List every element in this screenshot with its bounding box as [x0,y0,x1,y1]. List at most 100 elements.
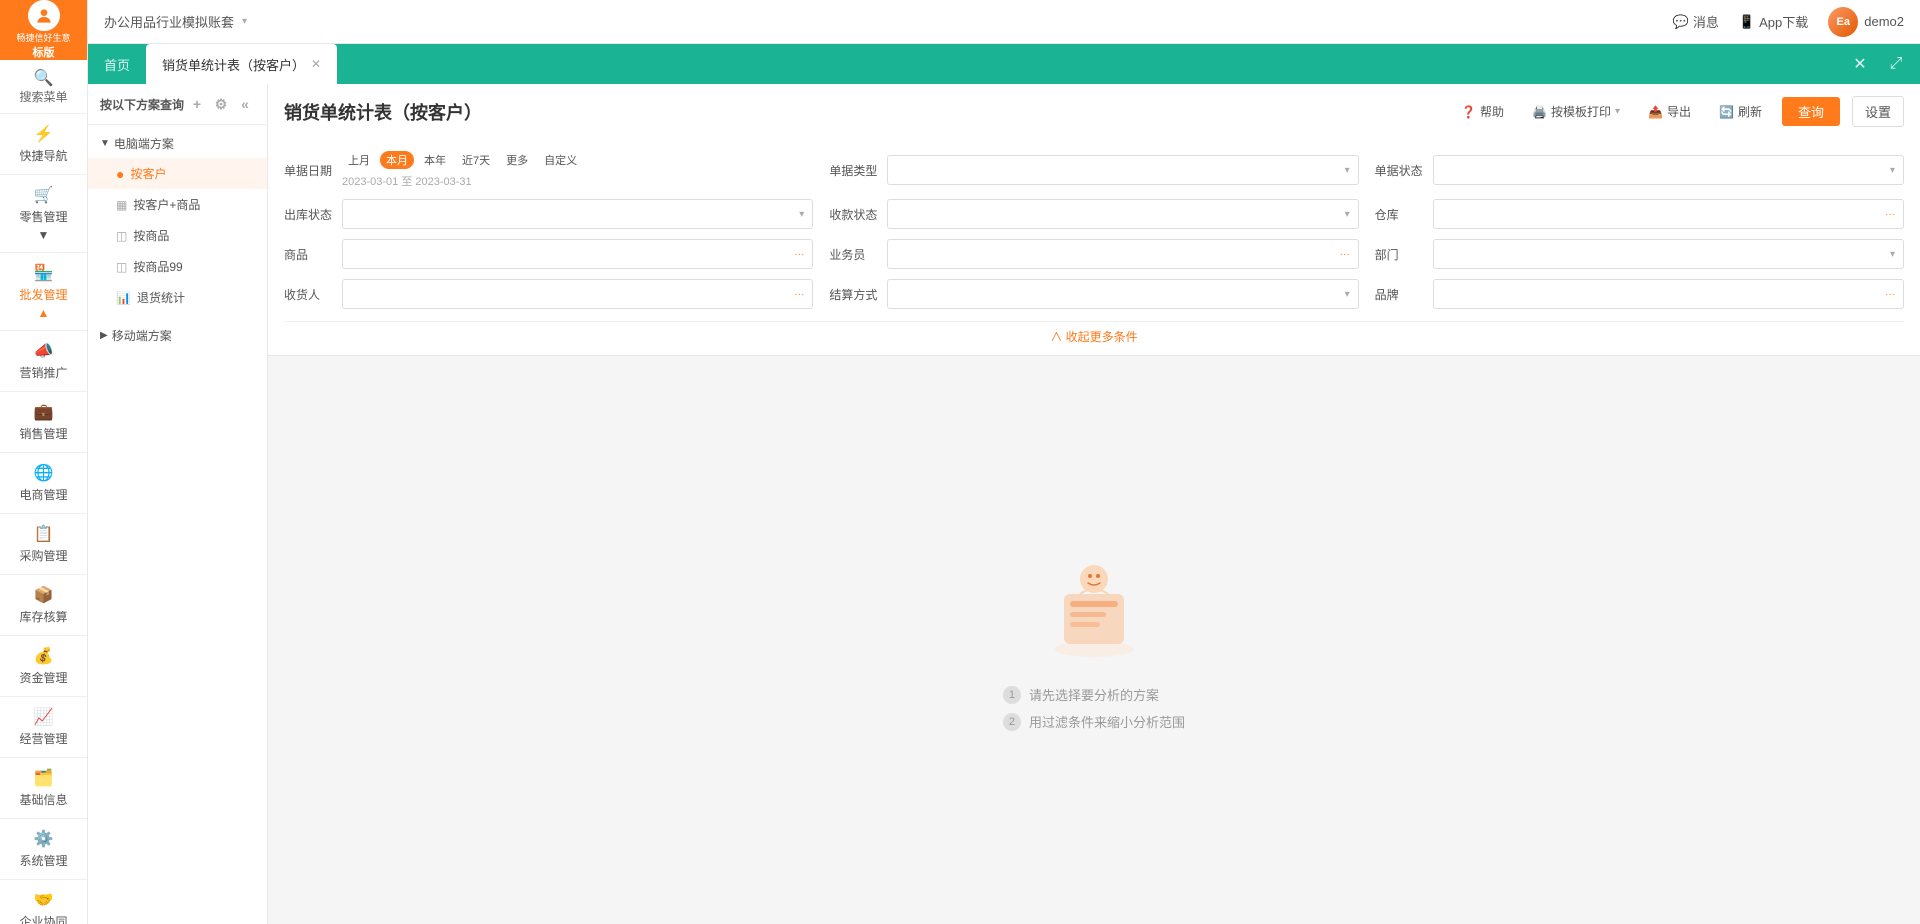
date-tab-this-month[interactable]: 本月 [380,151,414,169]
scheme-add-button[interactable]: + [187,94,207,114]
ecommerce-icon: 🌐 [34,463,54,483]
pay-status-select[interactable]: ▾ [887,199,1358,229]
out-status-select[interactable]: ▾ [342,199,813,229]
scheme-collapse-button[interactable]: « [235,94,255,114]
salesman-dots[interactable]: ··· [1340,249,1350,260]
tab-sales-report-label: 销货单统计表（按客户） [162,55,305,74]
sidebar-item-sales[interactable]: 💼 销售管理 [0,392,88,453]
warehouse-select[interactable]: ··· [1433,199,1904,229]
receiver-dots[interactable]: ··· [794,289,804,300]
bill-status-arrow: ▾ [1890,165,1895,176]
date-tab-this-year[interactable]: 本年 [418,151,452,169]
scheme-item-return-stats[interactable]: 📊 退货统计 [88,282,267,313]
logo-tagline: 畅捷信好生意 [16,33,70,44]
tab-home[interactable]: 首页 [88,44,146,84]
collapse-label: 收起更多条件 [1066,330,1138,344]
scheme-item-by-customer-product[interactable]: ▦ 按客户+商品 [88,189,267,220]
sidebar-item-system[interactable]: ⚙️ 系统管理 [0,819,88,880]
tab-sales-report[interactable]: 销货单统计表（按客户） ✕ [146,44,337,84]
receiver-select[interactable]: ··· [342,279,813,309]
bill-status-select[interactable]: ▾ [1433,155,1904,185]
refresh-icon: 🔄 [1719,105,1734,119]
payment-select[interactable]: ▾ [887,279,1358,309]
goods-select[interactable]: ··· [342,239,813,269]
user-profile[interactable]: Ea demo2 [1828,7,1904,37]
scheme-item-by-product99[interactable]: ◫ 按商品99 [88,251,267,282]
sidebar: 畅捷信好生意 标版 🔍 搜索菜单 ⚡ 快捷导航 🛒 零售管理 ▼ 🏪 批发管理 … [0,0,88,924]
purchase-icon: 📋 [34,524,54,544]
salesman-select[interactable]: ··· [887,239,1358,269]
filter-row-bill-status: 单据状态 ▾ [1375,151,1904,189]
date-label: 单据日期 [284,162,334,179]
scheme-item-product-icon: ◫ [116,229,127,243]
scheme-item-by-customer[interactable]: ● 按客户 [88,158,267,189]
top-bar-right: 💬 消息 📱 App下载 Ea demo2 [1673,7,1904,37]
date-tab-7days[interactable]: 近7天 [456,151,496,169]
salesman-label: 业务员 [829,246,879,263]
finance-icon: 💰 [34,646,54,666]
scheme-item-return-label: 退货统计 [137,289,185,306]
sidebar-item-basic[interactable]: 🗂️ 基础信息 [0,758,88,819]
scheme-group-desktop: ▼ 电脑端方案 ● 按客户 ▦ 按客户+商品 ◫ 按商品 ◫ 按商品 [88,125,267,317]
scheme-settings-button[interactable]: ⚙ [211,94,231,114]
filter-row-salesman: 业务员 ··· [829,239,1358,269]
sidebar-item-operations[interactable]: 📈 经营管理 [0,697,88,758]
department-select[interactable]: ▾ [1433,239,1904,269]
message-button[interactable]: 💬 消息 [1673,12,1719,31]
scheme-group-desktop-title[interactable]: ▼ 电脑端方案 [88,129,267,158]
collapse-button[interactable]: ∧ 收起更多条件 [284,321,1904,355]
quick-nav-icon: ⚡ [34,124,54,144]
date-tab-more[interactable]: 更多 [500,151,534,169]
bill-type-select[interactable]: ▾ [887,155,1358,185]
filter-row-goods: 商品 ··· [284,239,813,269]
payment-arrow: ▾ [1345,289,1350,300]
sidebar-logo[interactable]: 畅捷信好生意 标版 [0,0,88,60]
operations-icon: 📈 [34,707,54,727]
sidebar-item-wholesale[interactable]: 🏪 批发管理 ▲ [0,253,88,331]
goods-label: 商品 [284,246,334,263]
settings-button[interactable]: 设置 [1852,96,1904,127]
refresh-button[interactable]: 🔄 刷新 [1711,99,1770,124]
template-print-button[interactable]: 🖨️ 按模板打印 ▾ [1524,99,1628,124]
logo-icon [28,0,60,31]
sidebar-item-enterprise[interactable]: 🤝 企业协同 [0,880,88,924]
brand-select[interactable]: ··· [1433,279,1904,309]
template-print-label: 按模板打印 [1551,103,1611,120]
collapse-icon: ∧ [1050,330,1065,344]
tab-close-all-button[interactable]: ✕ [1846,50,1874,78]
help-button[interactable]: ❓ 帮助 [1453,99,1512,124]
scheme-group-mobile-title[interactable]: ▶ 移动端方案 [88,321,267,350]
scheme-group-mobile-arrow-icon: ▶ [100,330,108,341]
tab-close-icon[interactable]: ✕ [311,57,321,71]
sidebar-item-inventory[interactable]: 📦 库存核算 [0,575,88,636]
warehouse-dots[interactable]: ··· [1885,209,1895,220]
sidebar-item-ecommerce[interactable]: 🌐 电商管理 [0,453,88,514]
search-menu-label: 搜索菜单 [19,90,67,104]
date-tab-last-month[interactable]: 上月 [342,151,376,169]
sidebar-item-quick-nav[interactable]: ⚡ 快捷导航 [0,114,88,175]
retail-icon: 🛒 [34,185,54,205]
export-button[interactable]: 📤 导出 [1640,99,1699,124]
query-button[interactable]: 查询 [1782,97,1840,126]
top-bar-left: 办公用品行业模拟账套 ▾ [104,12,247,31]
search-menu-item[interactable]: 🔍 搜索菜单 [0,60,88,114]
sidebar-item-retail[interactable]: 🛒 零售管理 ▼ [0,175,88,253]
sidebar-item-marketing[interactable]: 📣 营销推广 [0,331,88,392]
filter-row-out-status: 出库状态 ▾ [284,199,813,229]
filter-grid: 单据日期 上月 本月 本年 近7天 更多 自定义 2023-03-01 至 20… [284,139,1904,321]
brand-dots[interactable]: ··· [1885,289,1895,300]
system-icon: ⚙️ [34,829,54,849]
query-label: 查询 [1798,102,1824,121]
goods-dots[interactable]: ··· [794,249,804,260]
scheme-item-by-product[interactable]: ◫ 按商品 [88,220,267,251]
date-tab-custom[interactable]: 自定义 [538,151,583,169]
sidebar-item-finance[interactable]: 💰 资金管理 [0,636,88,697]
account-dropdown-icon[interactable]: ▾ [242,16,247,27]
scheme-group-arrow-icon: ▼ [100,138,110,149]
sidebar-item-purchase[interactable]: 📋 采购管理 [0,514,88,575]
app-download-label: App下载 [1759,12,1808,31]
tab-expand-button[interactable]: ⤢ [1882,50,1910,78]
app-download-button[interactable]: 📱 App下载 [1739,12,1808,31]
refresh-label: 刷新 [1738,103,1762,120]
account-title[interactable]: 办公用品行业模拟账套 [104,12,234,31]
